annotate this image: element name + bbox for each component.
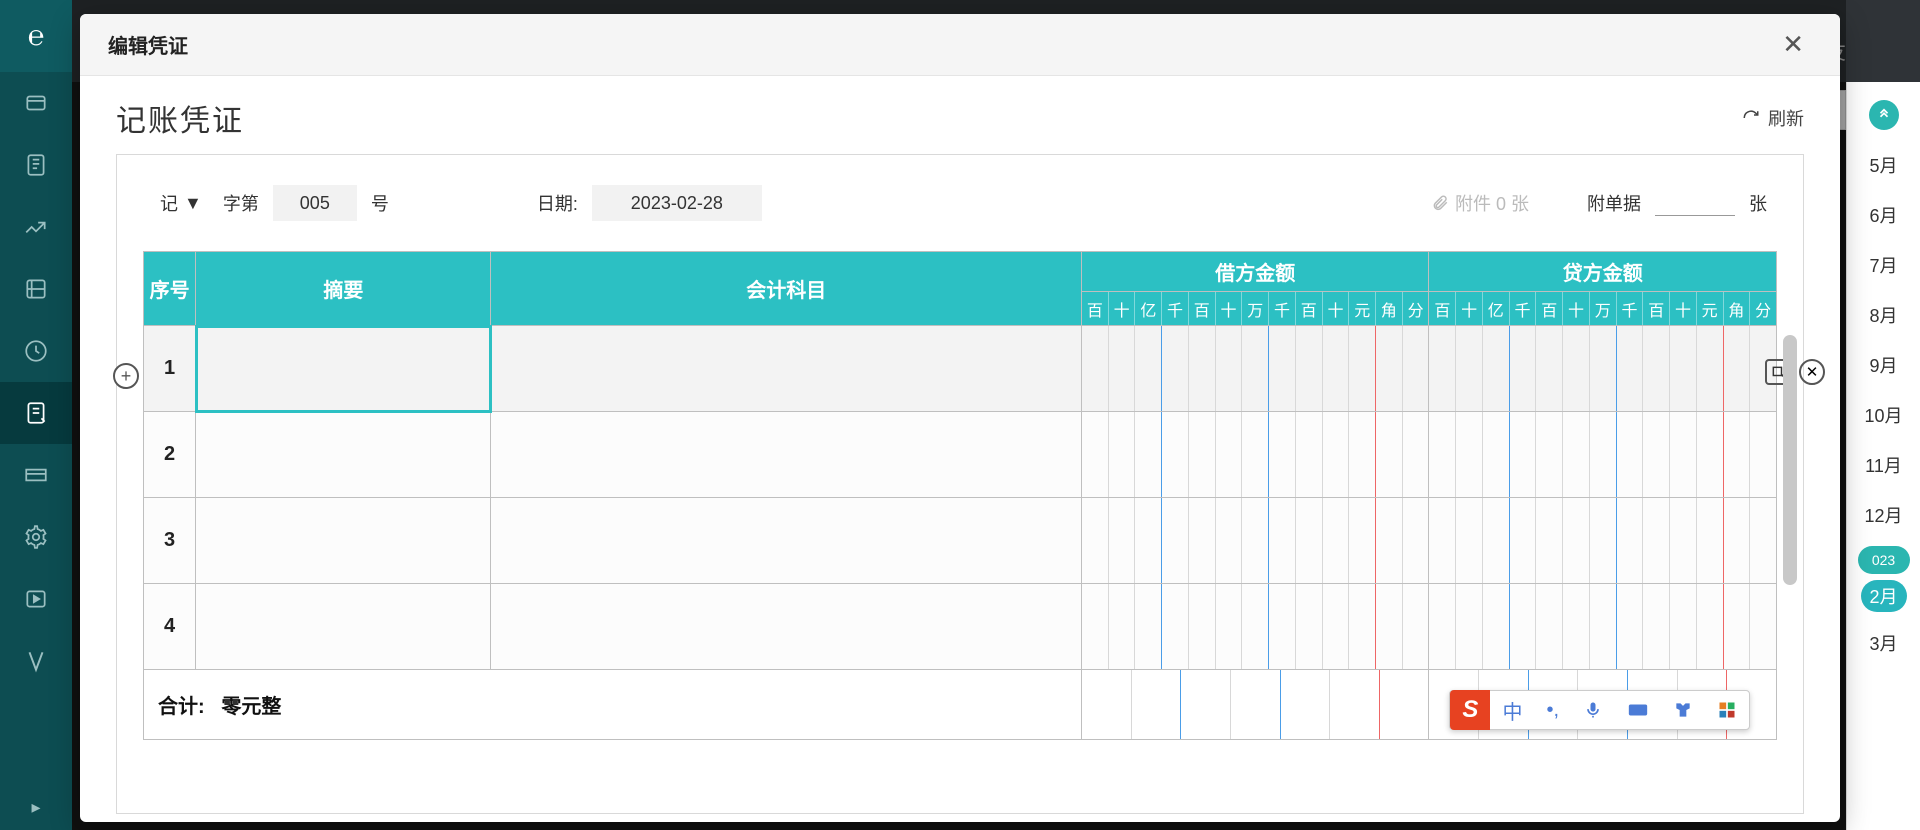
zidi-label: 字第 (223, 190, 259, 216)
month-item[interactable]: 8月 (1847, 290, 1920, 340)
year-chip[interactable]: 023 (1858, 546, 1910, 574)
nav-item-2[interactable] (0, 134, 72, 196)
total-text: 零元整 (221, 696, 281, 718)
th-credit-units: 百十亿千百十万千百十元角分 (1429, 292, 1777, 326)
th-account: 会计科目 (491, 252, 1082, 326)
ime-skin-icon[interactable] (1661, 691, 1705, 729)
app-logo: ℮ (0, 0, 72, 72)
fudanju-input[interactable] (1655, 190, 1735, 216)
voucher-table-wrap: + ✕ 序号 摘要 会计科目 (143, 251, 1777, 740)
table-row: 3 (144, 498, 1777, 584)
nav-item-9[interactable] (0, 568, 72, 630)
month-item[interactable]: 9月 (1847, 340, 1920, 390)
account-cell[interactable] (491, 498, 1082, 584)
inner-scrollbar[interactable] (1783, 335, 1797, 585)
total-label: 合计: (158, 696, 205, 718)
nav-item-settings[interactable] (0, 506, 72, 568)
summary-input[interactable] (196, 324, 490, 409)
paperclip-icon (1431, 194, 1449, 212)
voucher-table: 序号 摘要 会计科目 借方金额 贷方金额 百十亿千百十万千百十元角分 百十亿千百… (143, 251, 1777, 740)
th-debit: 借方金额 (1081, 252, 1428, 292)
debit-cell[interactable] (1081, 498, 1428, 584)
row-delete-button[interactable]: ✕ (1799, 359, 1825, 385)
th-index: 序号 (144, 252, 196, 326)
month-item[interactable]: 6月 (1847, 190, 1920, 240)
attachment-info[interactable]: 附件 0 张 (1431, 190, 1529, 216)
credit-cell[interactable] (1429, 584, 1777, 670)
app-sidebar: ℮ ▸ (0, 0, 72, 830)
table-row: 1 (144, 326, 1777, 412)
nav-item-10[interactable] (0, 630, 72, 692)
table-row: 4 (144, 584, 1777, 670)
credit-cell[interactable] (1429, 498, 1777, 584)
zhang-label: 张 (1749, 190, 1767, 216)
fudanju-label: 附单据 (1587, 190, 1641, 216)
ime-keyboard-icon[interactable] (1615, 691, 1661, 729)
refresh-button[interactable]: 刷新 (1742, 105, 1804, 131)
summary-cell[interactable] (196, 326, 491, 412)
sidebar-expand[interactable]: ▸ (0, 797, 72, 818)
month-item[interactable]: 3月 (1847, 618, 1920, 668)
nav-item-4[interactable] (0, 258, 72, 320)
refresh-label: 刷新 (1768, 105, 1804, 131)
summary-cell[interactable] (196, 412, 491, 498)
ime-mic-icon[interactable] (1571, 691, 1615, 729)
modal-close-button[interactable]: ✕ (1774, 25, 1812, 64)
modal-header: 编辑凭证 ✕ (80, 14, 1840, 76)
ime-toolbar[interactable]: S 中 •, (1449, 690, 1750, 730)
table-row: 2 (144, 412, 1777, 498)
nav-item-7[interactable] (0, 444, 72, 506)
month-panel: 5月 6月 7月 8月 9月 10月 11月 12月 023 2月 3月 (1846, 82, 1920, 830)
voucher-type-select[interactable]: 记 ▼ (153, 185, 209, 221)
total-debit (1081, 670, 1428, 740)
ime-grid-icon[interactable] (1705, 691, 1749, 729)
row-index: 4 (144, 584, 196, 670)
month-item[interactable]: 11月 (1847, 440, 1920, 490)
month-item[interactable]: 10月 (1847, 390, 1920, 440)
date-label: 日期: (537, 190, 578, 216)
credit-cell[interactable] (1429, 326, 1777, 412)
month-active[interactable]: 2月 (1861, 580, 1907, 612)
th-debit-units: 百十亿千百十万千百十元角分 (1081, 292, 1428, 326)
total-cell: 合计: 零元整 (144, 670, 1082, 740)
account-cell[interactable] (491, 326, 1082, 412)
account-cell[interactable] (491, 412, 1082, 498)
document-title: 记账凭证 (116, 96, 244, 140)
row-index: 3 (144, 498, 196, 584)
debit-cell[interactable] (1081, 326, 1428, 412)
hao-label: 号 (371, 190, 389, 216)
nav-item-3[interactable] (0, 196, 72, 258)
voucher-date-input[interactable] (592, 185, 762, 221)
month-item[interactable]: 5月 (1847, 140, 1920, 190)
debit-cell[interactable] (1081, 412, 1428, 498)
refresh-icon (1742, 109, 1760, 127)
voucher-number-input[interactable] (273, 185, 357, 221)
modal-title: 编辑凭证 (108, 30, 188, 59)
debit-cell[interactable] (1081, 584, 1428, 670)
ime-punct-icon[interactable]: •, (1534, 691, 1571, 729)
th-summary: 摘要 (196, 252, 491, 326)
sogou-logo-icon: S (1450, 690, 1490, 730)
summary-cell[interactable] (196, 498, 491, 584)
scroll-top-button[interactable] (1869, 100, 1899, 130)
credit-cell[interactable] (1429, 412, 1777, 498)
month-item[interactable]: 7月 (1847, 240, 1920, 290)
row-index: 2 (144, 412, 196, 498)
voucher-type-label: 记 (160, 190, 178, 216)
nav-item-voucher[interactable] (0, 382, 72, 444)
summary-cell[interactable] (196, 584, 491, 670)
add-row-button[interactable]: + (113, 363, 139, 389)
dropdown-icon: ▼ (184, 193, 202, 214)
month-item[interactable]: 12月 (1847, 490, 1920, 540)
th-credit: 贷方金额 (1429, 252, 1777, 292)
nav-item-1[interactable] (0, 72, 72, 134)
account-cell[interactable] (491, 584, 1082, 670)
ime-lang[interactable]: 中 (1490, 691, 1534, 729)
attachment-label: 附件 0 张 (1455, 190, 1529, 216)
nav-item-5[interactable] (0, 320, 72, 382)
row-index: 1 (144, 326, 196, 412)
meta-row: 记 ▼ 字第 号 日期: 附件 0 张 附单据 张 (143, 185, 1777, 221)
